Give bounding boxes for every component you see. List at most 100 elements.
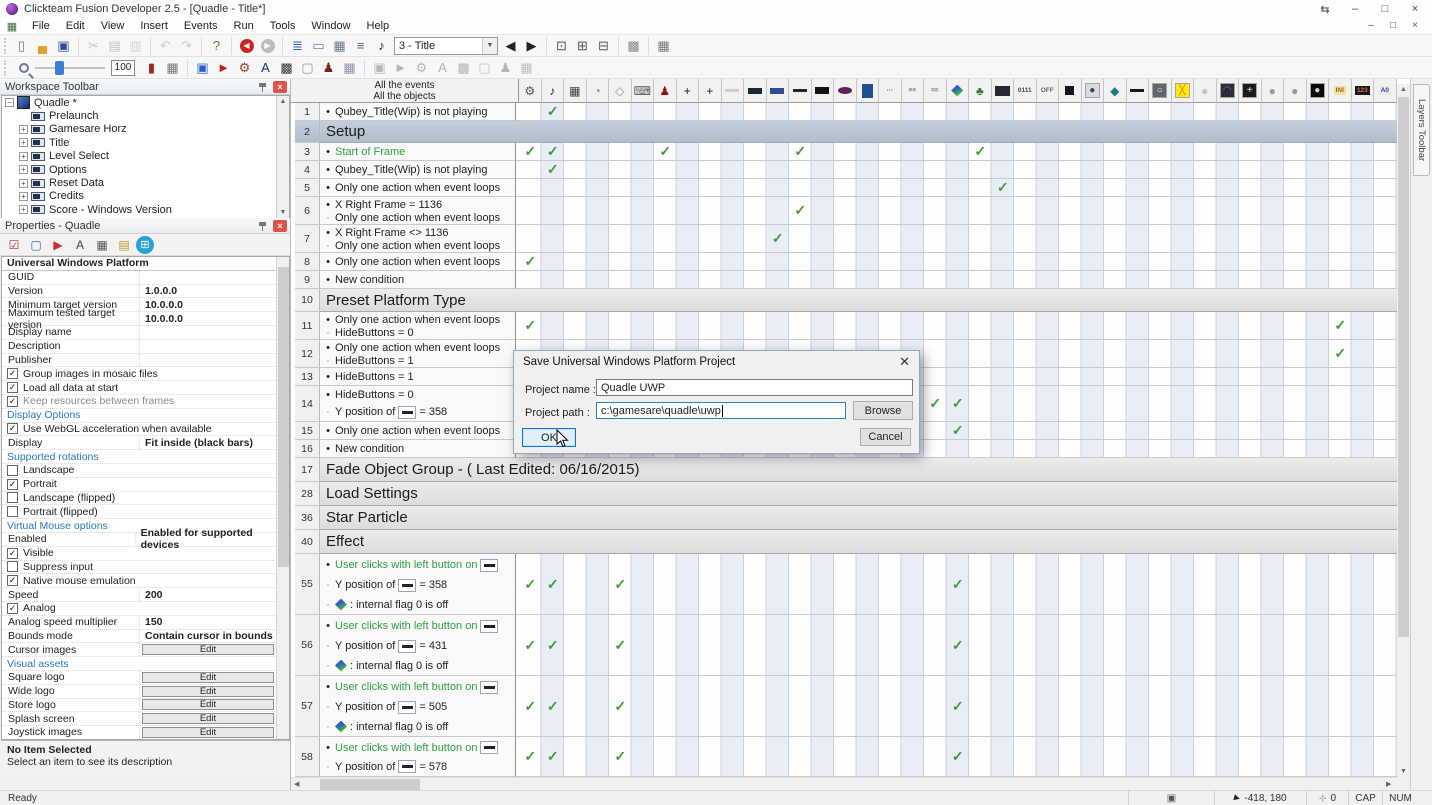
window-extra-icon[interactable]: ⇆ bbox=[1310, 1, 1340, 17]
action-check-icon[interactable]: ✓ bbox=[947, 615, 970, 675]
mdi-close-icon[interactable]: × bbox=[1404, 18, 1426, 33]
minimize-icon[interactable]: – bbox=[1340, 1, 1370, 17]
scroll-right-icon[interactable]: ▶ bbox=[1386, 780, 1391, 788]
action-check-icon[interactable]: ✓ bbox=[609, 676, 632, 736]
action-check-icon[interactable]: ✓ bbox=[969, 143, 992, 160]
flag-icon[interactable]: ▩ bbox=[276, 58, 297, 78]
storyboard-editor-icon[interactable]: ≣ bbox=[287, 36, 308, 56]
copy-icon[interactable]: ▤ bbox=[104, 36, 125, 56]
action-check-icon[interactable]: ✓ bbox=[519, 253, 542, 270]
run-frame-2-icon[interactable]: ► bbox=[390, 58, 411, 78]
tree-item-gamesare-horz[interactable]: +Gamesare Horz bbox=[2, 123, 289, 136]
project-path-input[interactable]: c:\gamesare\quadle\uwp bbox=[596, 402, 846, 419]
data-elements-icon[interactable]: ♪ bbox=[371, 36, 392, 56]
column-storyboard-controls-icon[interactable]: ▦ bbox=[564, 79, 587, 103]
about-tab-icon[interactable]: A bbox=[70, 236, 90, 254]
column-obj-binary-text-icon[interactable]: 0111 bbox=[1014, 79, 1037, 103]
group-title[interactable]: Preset Platform Type bbox=[320, 289, 1397, 312]
action-check-icon[interactable]: ✓ bbox=[609, 615, 632, 675]
menu-view[interactable]: View bbox=[93, 20, 133, 32]
tree-item-credits[interactable]: +Credits bbox=[2, 190, 289, 203]
action-cells[interactable]: ✓✓✓✓ bbox=[519, 615, 1397, 676]
previous-frame-icon[interactable]: ◀ bbox=[500, 36, 521, 56]
cancel-button[interactable]: Cancel bbox=[860, 428, 911, 446]
help-icon[interactable]: ? bbox=[206, 36, 227, 56]
event-conditions[interactable]: •Qubey_Title(Wip) is not playing bbox=[320, 103, 516, 121]
action-cells[interactable]: ✓ bbox=[519, 179, 1397, 197]
action-cells[interactable]: ✓ bbox=[519, 253, 1397, 271]
column-obj-text-2-icon[interactable]: ≡≡ bbox=[902, 79, 925, 103]
action-check-icon[interactable]: ✓ bbox=[519, 554, 542, 614]
grid-setup-icon[interactable]: ▦ bbox=[653, 36, 674, 56]
scroll-up-icon[interactable]: ▲ bbox=[277, 98, 289, 105]
column-obj-arch-icon[interactable]: ◠ bbox=[1217, 79, 1240, 103]
column-create-new-objects-icon[interactable]: ◇ bbox=[609, 79, 632, 103]
action-check-icon[interactable]: ✓ bbox=[924, 386, 947, 421]
column-obj-line-faint-icon[interactable] bbox=[722, 79, 745, 103]
property-group-link[interactable]: Supported rotations bbox=[2, 450, 289, 464]
message-icon[interactable]: ▢ bbox=[297, 58, 318, 78]
event-row-7[interactable]: 7•X Right Frame <> 1136·Only one action … bbox=[291, 225, 1397, 253]
column-obj-ini-icon[interactable]: INI bbox=[1329, 79, 1352, 103]
window-tab-icon[interactable]: ▢ bbox=[26, 236, 46, 254]
event-conditions[interactable]: •Only one action when event loops·HideBu… bbox=[320, 340, 516, 368]
expand-icon[interactable]: + bbox=[19, 138, 28, 147]
column-obj-oval-purple-icon[interactable] bbox=[834, 79, 857, 103]
event-row-57[interactable]: 57•User clicks with left button on ·Y po… bbox=[291, 676, 1397, 737]
action-check-icon[interactable]: ✓ bbox=[947, 676, 970, 736]
edit-button[interactable]: Edit bbox=[142, 727, 274, 738]
group-title[interactable]: Fade Object Group - ( Last Edited: 06/16… bbox=[320, 458, 1397, 482]
action-check-icon[interactable]: ✓ bbox=[519, 737, 542, 776]
column-obj-bar-blue-icon[interactable] bbox=[767, 79, 790, 103]
event-conditions[interactable]: •X Right Frame <> 1136·Only one action w… bbox=[320, 225, 516, 253]
checkbox-unchecked-icon[interactable] bbox=[7, 506, 18, 517]
scroll-up-icon[interactable]: ▲ bbox=[1397, 86, 1410, 93]
event-group-row-17[interactable]: 17Fade Object Group - ( Last Edited: 06/… bbox=[291, 458, 1397, 482]
properties-close-icon[interactable]: × bbox=[273, 220, 287, 232]
event-row-11[interactable]: 11•Only one action when event loops·Hide… bbox=[291, 312, 1397, 340]
column-obj-glow-icon[interactable]: ● bbox=[1307, 79, 1330, 103]
frame-selector-dropdown[interactable]: 3 - Title▼ bbox=[394, 37, 498, 55]
menu-window[interactable]: Window bbox=[303, 20, 358, 32]
zoom-value-input[interactable]: 100 bbox=[111, 60, 135, 76]
build-icon[interactable]: ⚙ bbox=[234, 58, 255, 78]
column-timer-icon[interactable]: ◔ bbox=[587, 79, 610, 103]
event-conditions[interactable]: •Only one action when event loops bbox=[320, 253, 516, 271]
tree-scrollbar[interactable]: ▲▼ bbox=[276, 96, 289, 218]
column-special-conditions-icon[interactable]: ⚙ bbox=[519, 79, 542, 103]
action-check-icon[interactable]: ✓ bbox=[519, 615, 542, 675]
mdi-restore-icon[interactable]: □ bbox=[1382, 18, 1404, 33]
scroll-down-icon[interactable]: ▼ bbox=[277, 209, 289, 216]
action-check-icon[interactable]: ✓ bbox=[542, 615, 565, 675]
edit-button[interactable]: Edit bbox=[142, 713, 274, 724]
group-title[interactable]: Setup bbox=[320, 121, 1397, 143]
action-check-icon[interactable]: ✓ bbox=[519, 312, 542, 339]
column-add-object-icon[interactable]: + bbox=[677, 79, 700, 103]
action-cells[interactable]: ✓ bbox=[519, 103, 1397, 121]
column-obj-text-3-icon[interactable]: == bbox=[924, 79, 947, 103]
collapse-icon[interactable]: − bbox=[5, 98, 14, 107]
action-check-icon[interactable]: ✓ bbox=[947, 386, 970, 421]
action-cells[interactable]: ✓ bbox=[519, 197, 1397, 225]
next-frame-icon[interactable]: ▶ bbox=[521, 36, 542, 56]
scroll-left-icon[interactable]: ◀ bbox=[294, 780, 299, 788]
scrollbar-thumb[interactable] bbox=[278, 267, 289, 567]
properties-scrollbar[interactable] bbox=[276, 257, 289, 739]
action-check-icon[interactable]: ✓ bbox=[542, 143, 565, 160]
checkbox-unchecked-icon[interactable] bbox=[7, 465, 18, 476]
fit-window-icon[interactable]: ⊡ bbox=[551, 36, 572, 56]
column-obj-line-dark-icon[interactable] bbox=[789, 79, 812, 103]
font-icon[interactable]: A bbox=[255, 58, 276, 78]
event-list-editor-icon[interactable]: ≡ bbox=[350, 36, 371, 56]
edit-button[interactable]: Edit bbox=[142, 699, 274, 710]
event-row-5[interactable]: 5•Only one action when event loops✓ bbox=[291, 179, 1397, 197]
column-obj-circle-1-icon[interactable]: ● bbox=[1262, 79, 1285, 103]
event-group-row-36[interactable]: 36Star Particle bbox=[291, 506, 1397, 530]
settings-tab-icon[interactable]: ☑ bbox=[4, 236, 24, 254]
checkbox-checked-icon[interactable]: ✓ bbox=[7, 396, 18, 407]
column-obj-bar-black-icon[interactable] bbox=[812, 79, 835, 103]
column-obj-rect-blue-icon[interactable] bbox=[857, 79, 880, 103]
column-obj-orb-icon[interactable]: ● bbox=[1082, 79, 1105, 103]
event-group-row-2[interactable]: 2Setup bbox=[291, 121, 1397, 143]
event-vertical-scrollbar[interactable]: ▲ ▼ bbox=[1397, 84, 1410, 777]
